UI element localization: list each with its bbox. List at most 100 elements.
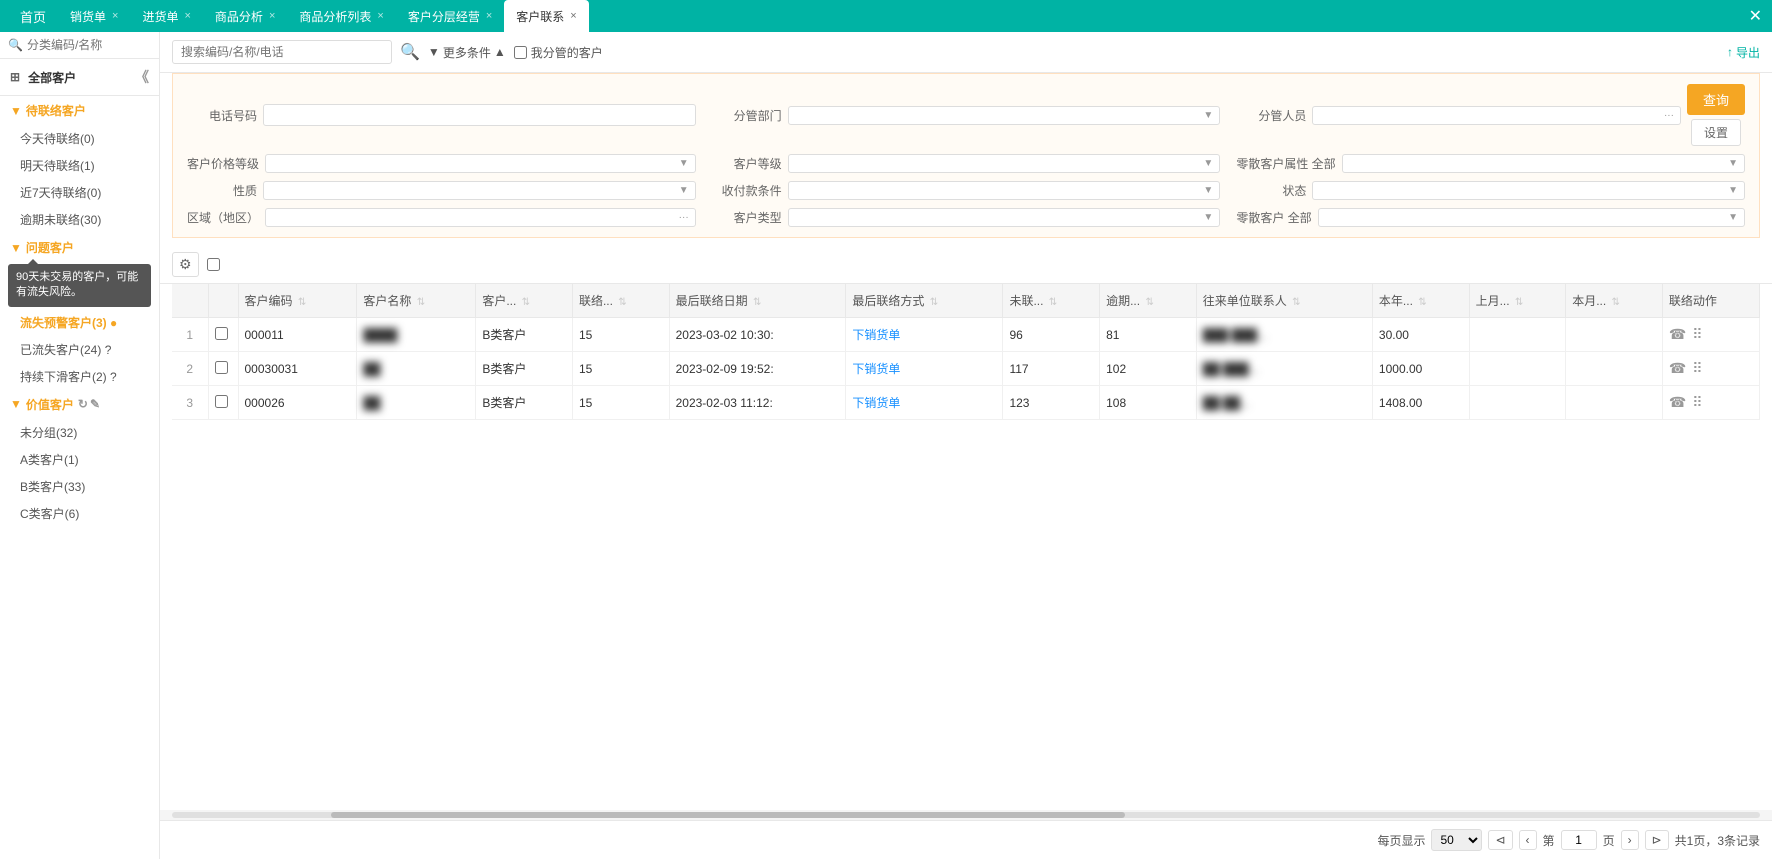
next-page-button[interactable]: › <box>1621 830 1639 850</box>
filter-icon: ▼ <box>428 45 440 59</box>
sidebar-item-churn-warning[interactable]: 流失预警客户(3) ● <box>0 309 159 336</box>
sidebar-item-today[interactable]: 今天待联络(0) <box>0 125 159 152</box>
prev-page-button[interactable]: ‹ <box>1519 830 1537 850</box>
query-button[interactable]: 查询 <box>1687 84 1745 115</box>
more-action-icon[interactable]: ⠿ <box>1692 394 1702 411</box>
row-checkbox[interactable] <box>208 318 238 352</box>
page-number-input[interactable] <box>1561 830 1597 850</box>
col-code[interactable]: 客户编码 ⇅ <box>238 284 357 318</box>
sidebar-item-7days[interactable]: 近7天待联络(0) <box>0 179 159 206</box>
col-last-month[interactable]: 上月... ⇅ <box>1469 284 1566 318</box>
col-last-date[interactable]: 最后联络日期 ⇅ <box>669 284 846 318</box>
contact-icon[interactable]: ☎ <box>1669 360 1686 377</box>
window-close-button[interactable]: ✕ <box>1749 6 1762 26</box>
more-action-icon[interactable]: ⠿ <box>1692 326 1702 343</box>
sidebar-group-problem[interactable]: ▼ 问题客户 <box>0 233 159 262</box>
filter-dept-select[interactable]: ▼ <box>788 106 1221 125</box>
per-page-select[interactable]: 50 20 100 <box>1431 829 1482 851</box>
sidebar-item-already-churned[interactable]: 已流失客户(24) ? <box>0 336 159 363</box>
sidebar-all-customers[interactable]: ⊞ 全部客户 《 <box>0 59 159 96</box>
sidebar-item-tomorrow[interactable]: 明天待联络(1) <box>0 152 159 179</box>
row-no-contact: 117 <box>1003 352 1100 386</box>
row-last-month <box>1469 352 1566 386</box>
more-action-icon[interactable]: ⠿ <box>1692 360 1702 377</box>
last-page-button[interactable]: ⊳ <box>1645 830 1669 850</box>
col-action: 联络动作 <box>1662 284 1759 318</box>
filter-phone-input[interactable] <box>263 104 696 126</box>
nav-tab-sales[interactable]: 销货单 × <box>58 0 130 32</box>
my-customer-checkbox-label[interactable]: 我分管的客户 <box>514 44 603 61</box>
first-page-button[interactable]: ⊲ <box>1488 830 1512 850</box>
edit-icon[interactable]: ✎ <box>90 397 100 411</box>
nav-tab-purchase[interactable]: 进货单 × <box>130 0 202 32</box>
nav-home[interactable]: 首页 <box>8 0 58 32</box>
refresh-icon[interactable]: ↻ <box>78 397 88 411</box>
filter-payment-select[interactable]: ▼ <box>788 181 1221 200</box>
col-contact[interactable]: 联络... ⇅ <box>572 284 669 318</box>
filter-scattered-select[interactable]: ▼ <box>1318 208 1745 227</box>
col-this-month[interactable]: 本月... ⇅ <box>1566 284 1663 318</box>
settings-button[interactable]: 设置 <box>1691 119 1741 146</box>
scrollbar-thumb[interactable] <box>331 812 1125 818</box>
col-type[interactable]: 客户... ⇅ <box>476 284 573 318</box>
collapse-icon[interactable]: 《 <box>135 67 149 87</box>
close-icon[interactable]: × <box>377 10 383 22</box>
sort-icon: ⇅ <box>417 297 425 308</box>
col-overdue[interactable]: 逾期... ⇅ <box>1100 284 1197 318</box>
per-page-label: 每页显示 <box>1377 832 1425 849</box>
col-unit-contact[interactable]: 往来单位联系人 ⇅ <box>1196 284 1372 318</box>
sidebar-group-pending[interactable]: ▼ 待联络客户 <box>0 96 159 125</box>
row-last-way[interactable]: 下销货单 <box>846 352 1003 386</box>
sidebar-item-c-class[interactable]: C类客户(6) <box>0 500 159 527</box>
sidebar-item-b-class[interactable]: B类客户(33) <box>0 473 159 500</box>
row-code: 000011 <box>238 318 357 352</box>
col-last-way[interactable]: 最后联络方式 ⇅ <box>846 284 1003 318</box>
col-seq <box>172 284 208 318</box>
filter-customer-type-select[interactable]: ▼ <box>788 208 1221 227</box>
nav-tab-analysis-list[interactable]: 商品分析列表 × <box>287 0 395 32</box>
data-table: 客户编码 ⇅ 客户名称 ⇅ 客户... ⇅ 联络... ⇅ 最后联络日期 ⇅ 最… <box>172 284 1760 420</box>
export-button[interactable]: ↑ 导出 <box>1727 44 1760 61</box>
nav-tab-analysis[interactable]: 商品分析 × <box>203 0 287 32</box>
select-all-checkbox[interactable] <box>207 258 220 271</box>
filter-person-select[interactable]: ··· <box>1312 106 1681 125</box>
horizontal-scrollbar[interactable] <box>160 810 1772 820</box>
close-icon[interactable]: × <box>184 10 190 22</box>
filter-search-input[interactable] <box>172 40 392 64</box>
col-this-year[interactable]: 本年... ⇅ <box>1372 284 1469 318</box>
contact-icon[interactable]: ☎ <box>1669 326 1686 343</box>
filter-region-select[interactable]: ··· <box>265 208 696 227</box>
close-icon[interactable]: × <box>112 10 118 22</box>
sort-icon: ⇅ <box>930 297 938 308</box>
contact-icon[interactable]: ☎ <box>1669 394 1686 411</box>
row-code: 000026 <box>238 386 357 420</box>
row-checkbox[interactable] <box>208 352 238 386</box>
nav-tab-customer-segment[interactable]: 客户分层经营 × <box>396 0 504 32</box>
filter-grade-select[interactable]: ▼ <box>788 154 1221 173</box>
filter-price-level-select[interactable]: ▼ <box>265 154 696 173</box>
more-filter-button[interactable]: ▼ 更多条件 ▲ <box>428 44 506 61</box>
col-name[interactable]: 客户名称 ⇅ <box>357 284 476 318</box>
sidebar-item-overdue[interactable]: 逾期未联络(30) <box>0 206 159 233</box>
sidebar-item-ungroup[interactable]: 未分组(32) <box>0 419 159 446</box>
sidebar-search-input[interactable] <box>27 38 151 52</box>
close-icon[interactable]: × <box>486 10 492 22</box>
sidebar-group-value[interactable]: ▼ 价值客户 ↻ ✎ <box>0 390 159 419</box>
sidebar-item-a-class[interactable]: A类客户(1) <box>0 446 159 473</box>
close-icon[interactable]: × <box>269 10 275 22</box>
filter-search-button[interactable]: 🔍 <box>400 42 420 62</box>
col-no-contact[interactable]: 未联... ⇅ <box>1003 284 1100 318</box>
filter-nature-select[interactable]: ▼ <box>263 181 696 200</box>
my-customer-checkbox[interactable] <box>514 46 527 59</box>
filter-scattered-attr-select[interactable]: ▼ <box>1342 154 1745 173</box>
row-last-way[interactable]: 下销货单 <box>846 318 1003 352</box>
nav-tab-customer-contact[interactable]: 客户联系 × <box>504 0 588 32</box>
row-checkbox[interactable] <box>208 386 238 420</box>
filter-status-select[interactable]: ▼ <box>1312 181 1745 200</box>
close-icon[interactable]: × <box>570 10 576 22</box>
table-settings-button[interactable]: ⚙ <box>172 252 199 277</box>
row-last-date: 2023-02-03 11:12: <box>669 386 846 420</box>
filter-nature: 性质 ▼ <box>187 181 696 200</box>
sidebar-item-declining[interactable]: 持续下滑客户(2) ? <box>0 363 159 390</box>
row-last-way[interactable]: 下销货单 <box>846 386 1003 420</box>
